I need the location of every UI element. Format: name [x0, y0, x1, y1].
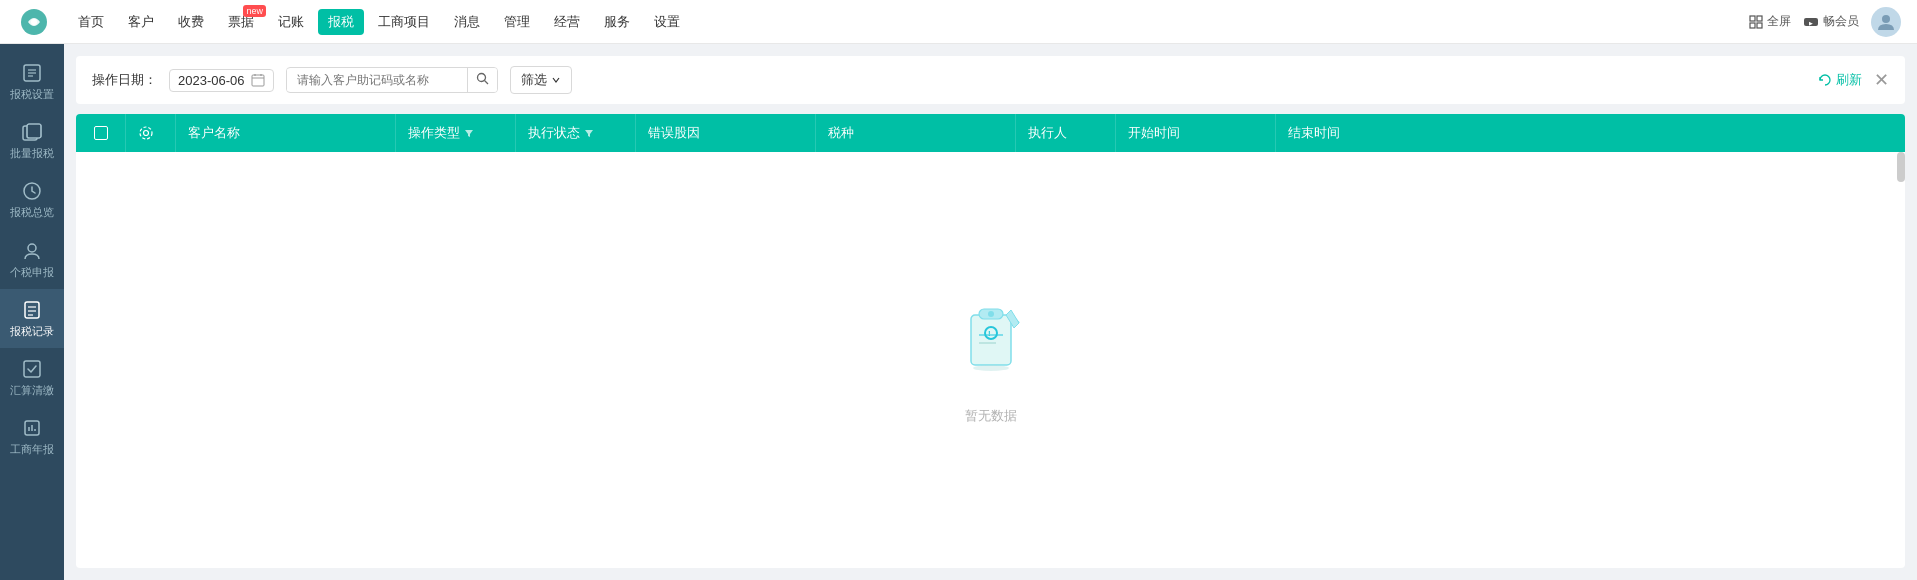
vip-label: 畅会员: [1823, 13, 1859, 30]
nav-items: 首页客户收费票据new记账报税工商项目消息管理经营服务设置: [68, 9, 1749, 35]
svg-point-33: [144, 131, 149, 136]
svg-point-1: [31, 19, 37, 25]
th-executor: 执行人: [1016, 114, 1116, 152]
svg-point-37: [988, 311, 994, 317]
sidebar-item-tax-overview[interactable]: 报税总览: [0, 170, 64, 229]
th-checkbox[interactable]: [76, 114, 126, 152]
sidebar-label: 汇算清缴: [10, 384, 54, 397]
sidebar-item-settlement[interactable]: 汇算清缴: [0, 348, 64, 407]
nav-item-服务[interactable]: 服务: [594, 9, 640, 35]
nav-item-设置[interactable]: 设置: [644, 9, 690, 35]
date-label: 操作日期：: [92, 71, 157, 89]
svg-rect-4: [1750, 23, 1755, 28]
nav-item-客户[interactable]: 客户: [118, 9, 164, 35]
filter-icon-2: [584, 128, 594, 138]
close-button[interactable]: ✕: [1874, 71, 1889, 89]
svg-rect-14: [27, 124, 41, 138]
filter-button[interactable]: 筛选: [510, 66, 572, 94]
main-layout: 报税设置批量报税报税总览个税申报报税记录汇算清缴工商年报 操作日期： 2023-…: [0, 44, 1917, 580]
th-execute-status: 执行状态: [516, 114, 636, 152]
fullscreen-button[interactable]: 全屏: [1749, 13, 1791, 30]
filter-bar: 操作日期： 2023-06-06: [76, 56, 1905, 104]
svg-rect-3: [1757, 16, 1762, 21]
svg-point-31: [477, 74, 485, 82]
fullscreen-label: 全屏: [1767, 13, 1791, 30]
select-all-checkbox[interactable]: [94, 126, 108, 140]
svg-point-34: [140, 127, 152, 139]
content-area: 操作日期： 2023-06-06: [64, 44, 1917, 580]
sidebar-label: 工商年报: [10, 443, 54, 456]
refresh-button[interactable]: 刷新: [1818, 71, 1862, 89]
th-end-time: 结束时间: [1276, 114, 1396, 152]
calendar-icon: [251, 73, 265, 87]
sidebar-label: 报税总览: [10, 206, 54, 219]
th-client-name: 客户名称: [176, 114, 396, 152]
svg-line-32: [484, 81, 488, 85]
date-value: 2023-06-06: [178, 73, 245, 88]
table-header: 客户名称 操作类型 执行状态 错误股因: [76, 114, 1905, 152]
empty-state: ! 暂无数据: [941, 295, 1041, 425]
data-table: 客户名称 操作类型 执行状态 错误股因: [76, 114, 1905, 568]
nav-item-经营[interactable]: 经营: [544, 9, 590, 35]
date-picker[interactable]: 2023-06-06: [169, 69, 274, 92]
svg-rect-18: [25, 302, 39, 318]
th-settings[interactable]: [126, 114, 176, 152]
search-input[interactable]: [287, 69, 467, 91]
refresh-icon: [1818, 73, 1832, 87]
search-box: [286, 67, 498, 93]
sidebar-item-batch-tax[interactable]: 批量报税: [0, 111, 64, 170]
empty-text: 暂无数据: [965, 407, 1017, 425]
filter-label-text: 筛选: [521, 71, 547, 89]
app-logo[interactable]: [16, 4, 52, 40]
th-start-time: 开始时间: [1116, 114, 1276, 152]
sidebar-label: 报税记录: [10, 325, 54, 338]
svg-rect-5: [1757, 23, 1762, 28]
sidebar: 报税设置批量报税报税总览个税申报报税记录汇算清缴工商年报: [0, 44, 64, 580]
nav-item-报税[interactable]: 报税: [318, 9, 364, 35]
sidebar-item-tax-record[interactable]: 报税记录: [0, 289, 64, 348]
top-navigation: 首页客户收费票据new记账报税工商项目消息管理经营服务设置 全屏 ▶ 畅会员: [0, 0, 1917, 44]
svg-point-17: [28, 244, 36, 252]
nav-item-票据[interactable]: 票据new: [218, 9, 264, 35]
chevron-down-icon: [551, 75, 561, 85]
nav-item-消息[interactable]: 消息: [444, 9, 490, 35]
svg-text:!: !: [988, 329, 991, 338]
th-error-reason: 错误股因: [636, 114, 816, 152]
nav-item-记账[interactable]: 记账: [268, 9, 314, 35]
th-tax-type: 税种: [816, 114, 1016, 152]
th-operation-type: 操作类型: [396, 114, 516, 152]
user-avatar[interactable]: [1871, 7, 1901, 37]
svg-rect-27: [252, 75, 264, 86]
sidebar-item-personal-tax[interactable]: 个税申报: [0, 230, 64, 289]
gear-icon: [138, 125, 154, 141]
svg-point-44: [973, 365, 1009, 371]
filter-icon: [464, 128, 474, 138]
vip-button[interactable]: ▶ 畅会员: [1803, 13, 1859, 30]
empty-illustration: !: [941, 295, 1041, 395]
svg-rect-22: [24, 361, 40, 377]
table-body: ! 暂无数据: [76, 152, 1905, 568]
svg-point-8: [1882, 15, 1890, 23]
search-icon: [476, 72, 489, 85]
sidebar-item-annual-report[interactable]: 工商年报: [0, 407, 64, 466]
nav-item-管理[interactable]: 管理: [494, 9, 540, 35]
top-right: 全屏 ▶ 畅会员: [1749, 7, 1901, 37]
refresh-label: 刷新: [1836, 71, 1862, 89]
sidebar-label: 批量报税: [10, 147, 54, 160]
nav-item-工商项目[interactable]: 工商项目: [368, 9, 440, 35]
svg-text:▶: ▶: [1809, 20, 1813, 26]
nav-item-首页[interactable]: 首页: [68, 9, 114, 35]
scrollbar[interactable]: [1897, 152, 1905, 182]
sidebar-item-tax-settings[interactable]: 报税设置: [0, 52, 64, 111]
sidebar-label: 报税设置: [10, 88, 54, 101]
nav-item-收费[interactable]: 收费: [168, 9, 214, 35]
svg-rect-2: [1750, 16, 1755, 21]
search-button[interactable]: [467, 68, 497, 92]
sidebar-label: 个税申报: [10, 266, 54, 279]
